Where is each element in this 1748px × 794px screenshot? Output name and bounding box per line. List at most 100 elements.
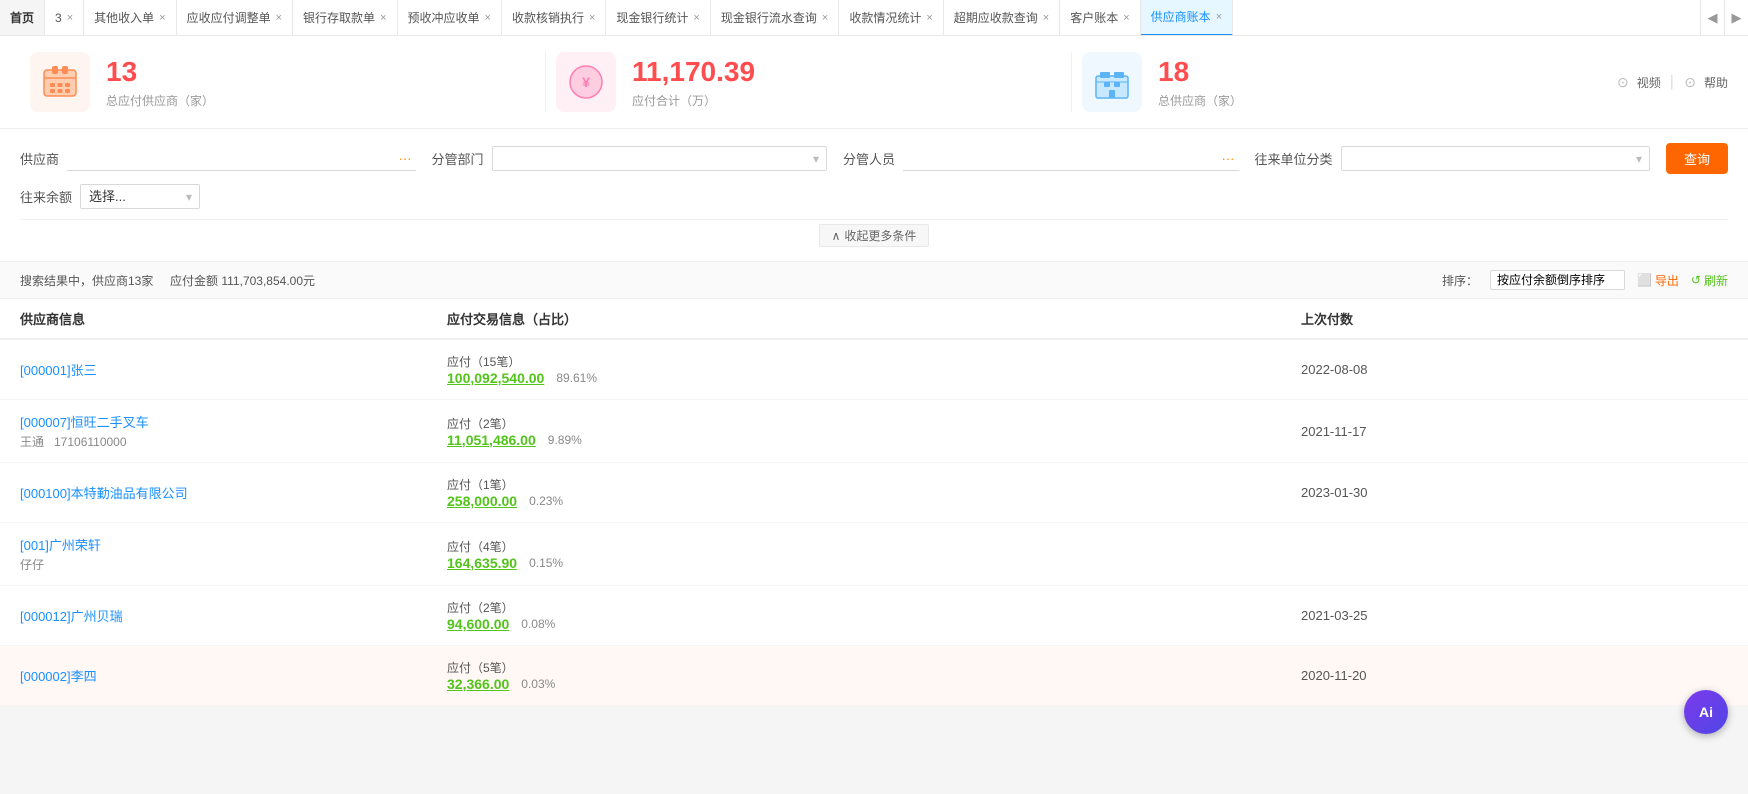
close-icon[interactable]: × <box>67 12 73 24</box>
transaction-cell-2: 应付（1笔） 258,000.00 0.23% <box>447 475 1301 510</box>
nav-tab-cash-bank-stat[interactable]: 现金银行统计 × <box>606 0 710 36</box>
card-icon-supplier-total <box>1082 52 1142 112</box>
close-icon[interactable]: × <box>1216 11 1222 23</box>
supplier-input[interactable] <box>67 147 394 170</box>
nav-tab-3[interactable]: 3 × <box>45 0 84 36</box>
nav-tab-receipt-stat[interactable]: 收款情况统计 × <box>839 0 943 36</box>
trans-amount-1[interactable]: 11,051,486.00 <box>447 432 536 448</box>
ai-label: Ai <box>1699 704 1713 720</box>
trans-percent-2: 0.23% <box>529 494 563 508</box>
collapse-button[interactable]: ∧ 收起更多条件 <box>819 224 930 247</box>
last-pay-date-0: 2022-08-08 <box>1301 362 1728 377</box>
table-row: [000012]广州贝瑞 应付（2笔） 94,600.00 0.08% 2021… <box>0 586 1748 646</box>
trans-amount-5[interactable]: 32,366.00 <box>447 676 509 692</box>
close-icon[interactable]: × <box>485 12 491 24</box>
close-icon[interactable]: × <box>589 12 595 24</box>
export-label: 导出 <box>1655 272 1679 289</box>
transaction-cell-1: 应付（2笔） 11,051,486.00 9.89% <box>447 412 1301 450</box>
close-icon[interactable]: × <box>926 12 932 24</box>
header-last-pay: 上次付数 <box>1301 309 1728 328</box>
supplier-link-3[interactable]: [001]广州荣轩 <box>20 535 447 554</box>
dept-select[interactable] <box>492 146 827 171</box>
supplier-link-5[interactable]: [000002]李四 <box>20 666 447 685</box>
close-icon[interactable]: × <box>1123 12 1129 24</box>
search-button[interactable]: 查询 <box>1666 143 1728 174</box>
close-icon[interactable]: × <box>1043 12 1049 24</box>
collapse-label: 收起更多条件 <box>844 227 916 244</box>
supplier-link-2[interactable]: [000100]本特勤油品有限公司 <box>20 483 447 502</box>
trans-row-4: 94,600.00 0.08% <box>447 616 1301 632</box>
sort-select[interactable]: 按应付余额倒序排序 按应付余额正序排序 <box>1490 270 1625 290</box>
close-icon[interactable]: × <box>159 12 165 24</box>
table-row: [000100]本特勤油品有限公司 应付（1笔） 258,000.00 0.23… <box>0 463 1748 523</box>
trans-label-2: 应付（1笔） <box>447 476 1301 493</box>
video-link[interactable]: 视频 <box>1637 74 1661 91</box>
filter-row-2: 往来余额 选择... ▾ <box>20 184 1728 209</box>
refresh-label: 刷新 <box>1704 272 1728 289</box>
filter-section: 供应商 ··· 分管部门 ▾ 分管人员 ··· <box>0 129 1748 262</box>
ai-button[interactable]: Ai <box>1684 690 1728 734</box>
result-text: 搜索结果中，供应商13家 <box>20 274 153 288</box>
supplier-cell-1: [000007]恒旺二手叉车 王通 17106110000 <box>20 412 447 450</box>
supplier-cell-0: [000001]张三 <box>20 352 447 387</box>
close-icon[interactable]: × <box>380 12 386 24</box>
trans-amount-2[interactable]: 258,000.00 <box>447 493 517 509</box>
supplier-link-0[interactable]: [000001]张三 <box>20 360 447 379</box>
dept-label: 分管部门 <box>432 149 484 168</box>
category-select[interactable] <box>1341 146 1650 171</box>
trans-amount-4[interactable]: 94,600.00 <box>447 616 509 632</box>
supplier-link-1[interactable]: [000007]恒旺二手叉车 <box>20 412 447 431</box>
nav-tab-bank-deposit-label: 银行存取款单 <box>303 9 375 26</box>
nav-tab-ar-ap-adjust[interactable]: 应收应付调整单 × <box>177 0 293 36</box>
table-row: [000002]李四 应付（5笔） 32,366.00 0.03% 2020-1… <box>0 646 1748 706</box>
help-link[interactable]: 帮助 <box>1704 74 1728 91</box>
card-icon-ap-total: ¥ <box>556 52 616 112</box>
trans-row-5: 32,366.00 0.03% <box>447 676 1301 692</box>
nav-tab-bank-deposit[interactable]: 银行存取款单 × <box>293 0 397 36</box>
refresh-button[interactable]: ↺ 刷新 <box>1691 272 1728 289</box>
person-input[interactable] <box>903 147 1217 170</box>
card-icon-supplier-ap <box>30 52 90 112</box>
header-last-pay-label: 上次付数 <box>1301 309 1728 328</box>
balance-select[interactable]: 选择... <box>80 184 200 209</box>
last-pay-cell-2: 2023-01-30 <box>1301 475 1728 510</box>
nav-tab-supplier-ledger[interactable]: 供应商账本 × <box>1141 0 1233 36</box>
nav-tab-receipt-verify[interactable]: 收款核销执行 × <box>502 0 606 36</box>
nav-tab-home[interactable]: 首页 <box>0 0 45 36</box>
trans-label-5: 应付（5笔） <box>447 659 1301 676</box>
summary-card-2: ¥ 11,170.39 应付合计（万） <box>546 52 1072 112</box>
person-dots-btn[interactable]: ··· <box>1218 151 1239 166</box>
trans-row-2: 258,000.00 0.23% <box>447 493 1301 509</box>
export-button[interactable]: ⬜ 导出 <box>1637 272 1679 289</box>
last-pay-cell-1: 2021-11-17 <box>1301 412 1728 450</box>
filter-item-balance: 往来余额 选择... ▾ <box>20 184 200 209</box>
nav-tab-overdue-ar[interactable]: 超期应收款查询 × <box>944 0 1060 36</box>
supplier-dots-btn[interactable]: ··· <box>395 151 416 166</box>
nav-tab-cash-bank-flow[interactable]: 现金银行流水查询 × <box>711 0 839 36</box>
nav-prev-arrow[interactable]: ◀ <box>1700 0 1724 36</box>
close-icon[interactable]: × <box>693 12 699 24</box>
trans-percent-1: 9.89% <box>548 433 582 447</box>
filter-item-category: 往来单位分类 ▾ <box>1255 146 1651 171</box>
trans-amount-3[interactable]: 164,635.90 <box>447 555 517 571</box>
trans-label-0: 应付（15笔） <box>447 353 1301 370</box>
close-icon[interactable]: × <box>276 12 282 24</box>
table-row: [001]广州荣轩 仔仔 应付（4笔） 164,635.90 0.15% <box>0 523 1748 586</box>
nav-tab-other-income[interactable]: 其他收入单 × <box>84 0 176 36</box>
trans-percent-0: 89.61% <box>556 371 597 385</box>
supplier-link-4[interactable]: [000012]广州贝瑞 <box>20 606 447 625</box>
nav-tab-overdue-ar-label: 超期应收款查询 <box>954 9 1038 26</box>
close-icon[interactable]: × <box>822 12 828 24</box>
nav-tab-home-label: 首页 <box>10 9 34 26</box>
table-row: [000007]恒旺二手叉车 王通 17106110000 应付（2笔） 11,… <box>0 400 1748 463</box>
trans-amount-0[interactable]: 100,092,540.00 <box>447 370 544 386</box>
nav-tab-ar-ap-adjust-label: 应收应付调整单 <box>187 9 271 26</box>
header-supplier-label: 供应商信息 <box>20 309 447 328</box>
nav-tab-advance-ar[interactable]: 预收冲应收单 × <box>398 0 502 36</box>
collapse-up-arrow: ∧ <box>832 229 841 243</box>
nav-next-arrow[interactable]: ▶ <box>1724 0 1748 36</box>
nav-tab-customer-ledger[interactable]: 客户账本 × <box>1060 0 1140 36</box>
filter-item-dept: 分管部门 ▾ <box>432 146 828 171</box>
filter-row-1: 供应商 ··· 分管部门 ▾ 分管人员 ··· <box>20 143 1728 174</box>
supplier-cell-2: [000100]本特勤油品有限公司 <box>20 475 447 510</box>
